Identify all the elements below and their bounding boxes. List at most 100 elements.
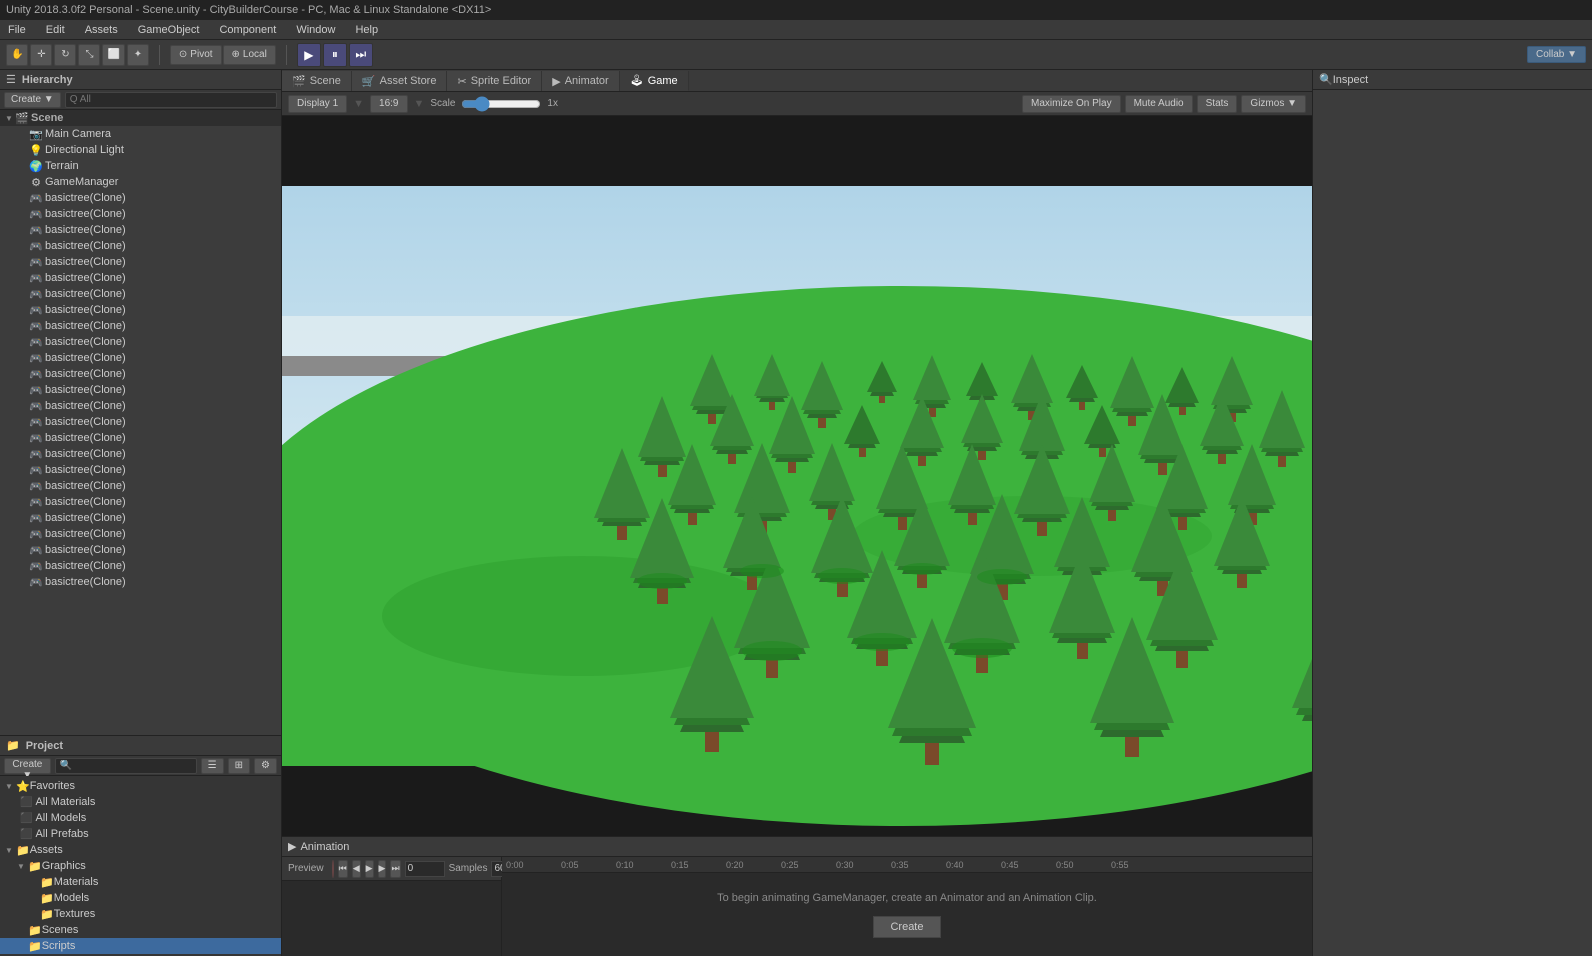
hierarchy-item-21[interactable]: 🎮 basictree(Clone): [0, 462, 281, 478]
animation-header: ▶ Animation: [282, 837, 1312, 857]
model-icon: ⬛: [20, 813, 32, 824]
tick-10: 0:50: [1056, 860, 1111, 870]
anim-prev-btn[interactable]: ◀: [352, 860, 361, 878]
project-all-models[interactable]: ⬛ All Models: [0, 810, 281, 826]
project-scenes[interactable]: 📁 Scenes: [0, 922, 281, 938]
animation-create-btn[interactable]: Create: [873, 916, 940, 938]
rect-tool-btn[interactable]: ⬜: [102, 44, 124, 66]
project-header: 📁 Project: [0, 736, 281, 756]
gizmos-btn[interactable]: Gizmos ▼: [1241, 95, 1306, 113]
anim-first-btn[interactable]: ⏮: [338, 860, 348, 878]
pivot-btn[interactable]: ⊙ Pivot: [170, 45, 222, 65]
local-btn[interactable]: ⊕ Local: [223, 45, 276, 65]
project-all-prefabs[interactable]: ⬛ All Prefabs: [0, 826, 281, 842]
hierarchy-title: Hierarchy: [22, 74, 73, 86]
hierarchy-item-15[interactable]: 🎮 basictree(Clone): [0, 366, 281, 382]
transform-tools: ✋ ✛ ↻ ⤡ ⬜ ✦: [6, 44, 149, 66]
hierarchy-item-17[interactable]: 🎮 basictree(Clone): [0, 398, 281, 414]
tab-game[interactable]: 🕹 Game: [620, 71, 689, 91]
project-create-btn[interactable]: Create ▼: [4, 758, 51, 774]
move-tool-btn[interactable]: ✛: [30, 44, 52, 66]
collab-btn[interactable]: Collab ▼: [1527, 46, 1586, 63]
hierarchy-item-8[interactable]: 🎮 basictree(Clone): [0, 254, 281, 270]
menu-edit[interactable]: Edit: [42, 22, 69, 38]
menu-help[interactable]: Help: [351, 22, 382, 38]
scene-icon: 🎬: [16, 112, 28, 124]
project-favorites-header[interactable]: ▼ ⭐ Favorites: [0, 778, 281, 794]
project-all-materials[interactable]: ⬛ All Materials: [0, 794, 281, 810]
hierarchy-item-12[interactable]: 🎮 basictree(Clone): [0, 318, 281, 334]
project-materials[interactable]: 📁 Materials: [0, 874, 281, 890]
hierarchy-item-28[interactable]: 🎮 basictree(Clone): [0, 574, 281, 590]
hierarchy-item-27[interactable]: 🎮 basictree(Clone): [0, 558, 281, 574]
project-graphics[interactable]: ▼ 📁 Graphics: [0, 858, 281, 874]
multi-tool-btn[interactable]: ✦: [127, 44, 149, 66]
project-filter-btn[interactable]: ☰: [201, 758, 224, 774]
hierarchy-item-26[interactable]: 🎮 basictree(Clone): [0, 542, 281, 558]
project-layout-btn[interactable]: ⊞: [228, 758, 250, 774]
hierarchy-item-6[interactable]: 🎮 basictree(Clone): [0, 222, 281, 238]
assets-folder-icon: 📁: [16, 844, 30, 857]
hierarchy-item-24[interactable]: 🎮 basictree(Clone): [0, 510, 281, 526]
anim-next-btn[interactable]: ▶: [378, 860, 387, 878]
hierarchy-item-4[interactable]: 🎮 basictree(Clone): [0, 190, 281, 206]
stats-btn[interactable]: Stats: [1197, 95, 1238, 113]
menu-file[interactable]: File: [4, 22, 30, 38]
hierarchy-item-20[interactable]: 🎮 basictree(Clone): [0, 446, 281, 462]
hierarchy-item-2[interactable]: 🌍 Terrain: [0, 158, 281, 174]
scale-tool-btn[interactable]: ⤡: [78, 44, 100, 66]
hierarchy-item-19[interactable]: 🎮 basictree(Clone): [0, 430, 281, 446]
tab-animator[interactable]: ▶ Animator: [542, 71, 620, 91]
hierarchy-item-7[interactable]: 🎮 basictree(Clone): [0, 238, 281, 254]
maximize-on-play-btn[interactable]: Maximize On Play: [1022, 95, 1121, 113]
hierarchy-item-11[interactable]: 🎮 basictree(Clone): [0, 302, 281, 318]
menu-component[interactable]: Component: [215, 22, 280, 38]
hierarchy-item-9[interactable]: 🎮 basictree(Clone): [0, 270, 281, 286]
scale-slider[interactable]: [461, 98, 541, 110]
step-btn[interactable]: ⏭: [349, 43, 373, 67]
record-btn[interactable]: [332, 860, 334, 878]
hierarchy-item-13[interactable]: 🎮 basictree(Clone): [0, 334, 281, 350]
hierarchy-item-18[interactable]: 🎮 basictree(Clone): [0, 414, 281, 430]
play-btn[interactable]: ▶: [297, 43, 321, 67]
mute-audio-btn[interactable]: Mute Audio: [1125, 95, 1193, 113]
hierarchy-item-3[interactable]: ⚙ GameManager: [0, 174, 281, 190]
tab-sprite-editor[interactable]: ✂ Sprite Editor: [447, 71, 542, 91]
animation-empty-left: [282, 881, 501, 956]
menu-window[interactable]: Window: [292, 22, 339, 38]
rotate-tool-btn[interactable]: ↻: [54, 44, 76, 66]
sprite-tab-label: Sprite Editor: [471, 75, 532, 87]
hierarchy-item-16[interactable]: 🎮 basictree(Clone): [0, 382, 281, 398]
hierarchy-item-1[interactable]: 💡 Directional Light: [0, 142, 281, 158]
hierarchy-item-10[interactable]: 🎮 basictree(Clone): [0, 286, 281, 302]
anim-frame-input[interactable]: [405, 861, 445, 877]
hierarchy-scene-item[interactable]: ▼ 🎬 Scene: [0, 110, 281, 126]
project-search-input[interactable]: [55, 758, 197, 774]
hierarchy-item-25[interactable]: 🎮 basictree(Clone): [0, 526, 281, 542]
hierarchy-item-22[interactable]: 🎮 basictree(Clone): [0, 478, 281, 494]
project-assets-header[interactable]: ▼ 📁 Assets: [0, 842, 281, 858]
display-btn[interactable]: Display 1: [288, 95, 347, 113]
project-scripts[interactable]: 📁 Scripts: [0, 938, 281, 954]
tab-scene[interactable]: 🎬 Scene: [282, 71, 352, 91]
hierarchy-create-btn[interactable]: Create ▼: [4, 92, 61, 108]
anim-last-btn[interactable]: ⏭: [390, 860, 400, 878]
hierarchy-search-input[interactable]: [65, 92, 277, 108]
toolbar: ✋ ✛ ↻ ⤡ ⬜ ✦ ⊙ Pivot ⊕ Local ▶ ⏸ ⏭ Collab…: [0, 40, 1592, 70]
hierarchy-item-5[interactable]: 🎮 basictree(Clone): [0, 206, 281, 222]
hierarchy-item-14[interactable]: 🎮 basictree(Clone): [0, 350, 281, 366]
hierarchy-item-0[interactable]: 📷 Main Camera: [0, 126, 281, 142]
textures-folder-icon: 📁: [40, 908, 54, 921]
menu-assets[interactable]: Assets: [81, 22, 122, 38]
tab-asset-store[interactable]: 🛒 Asset Store: [352, 71, 448, 91]
project-models[interactable]: 📁 Models: [0, 890, 281, 906]
pause-btn[interactable]: ⏸: [323, 43, 347, 67]
project-settings-btn[interactable]: ⚙: [254, 758, 277, 774]
aspect-btn[interactable]: 16:9: [370, 95, 407, 113]
anim-play-btn[interactable]: ▶: [365, 860, 374, 878]
hierarchy-item-23[interactable]: 🎮 basictree(Clone): [0, 494, 281, 510]
menu-gameobject[interactable]: GameObject: [134, 22, 204, 38]
project-textures[interactable]: 📁 Textures: [0, 906, 281, 922]
all-materials-label: All Materials: [35, 796, 95, 808]
hand-tool-btn[interactable]: ✋: [6, 44, 28, 66]
